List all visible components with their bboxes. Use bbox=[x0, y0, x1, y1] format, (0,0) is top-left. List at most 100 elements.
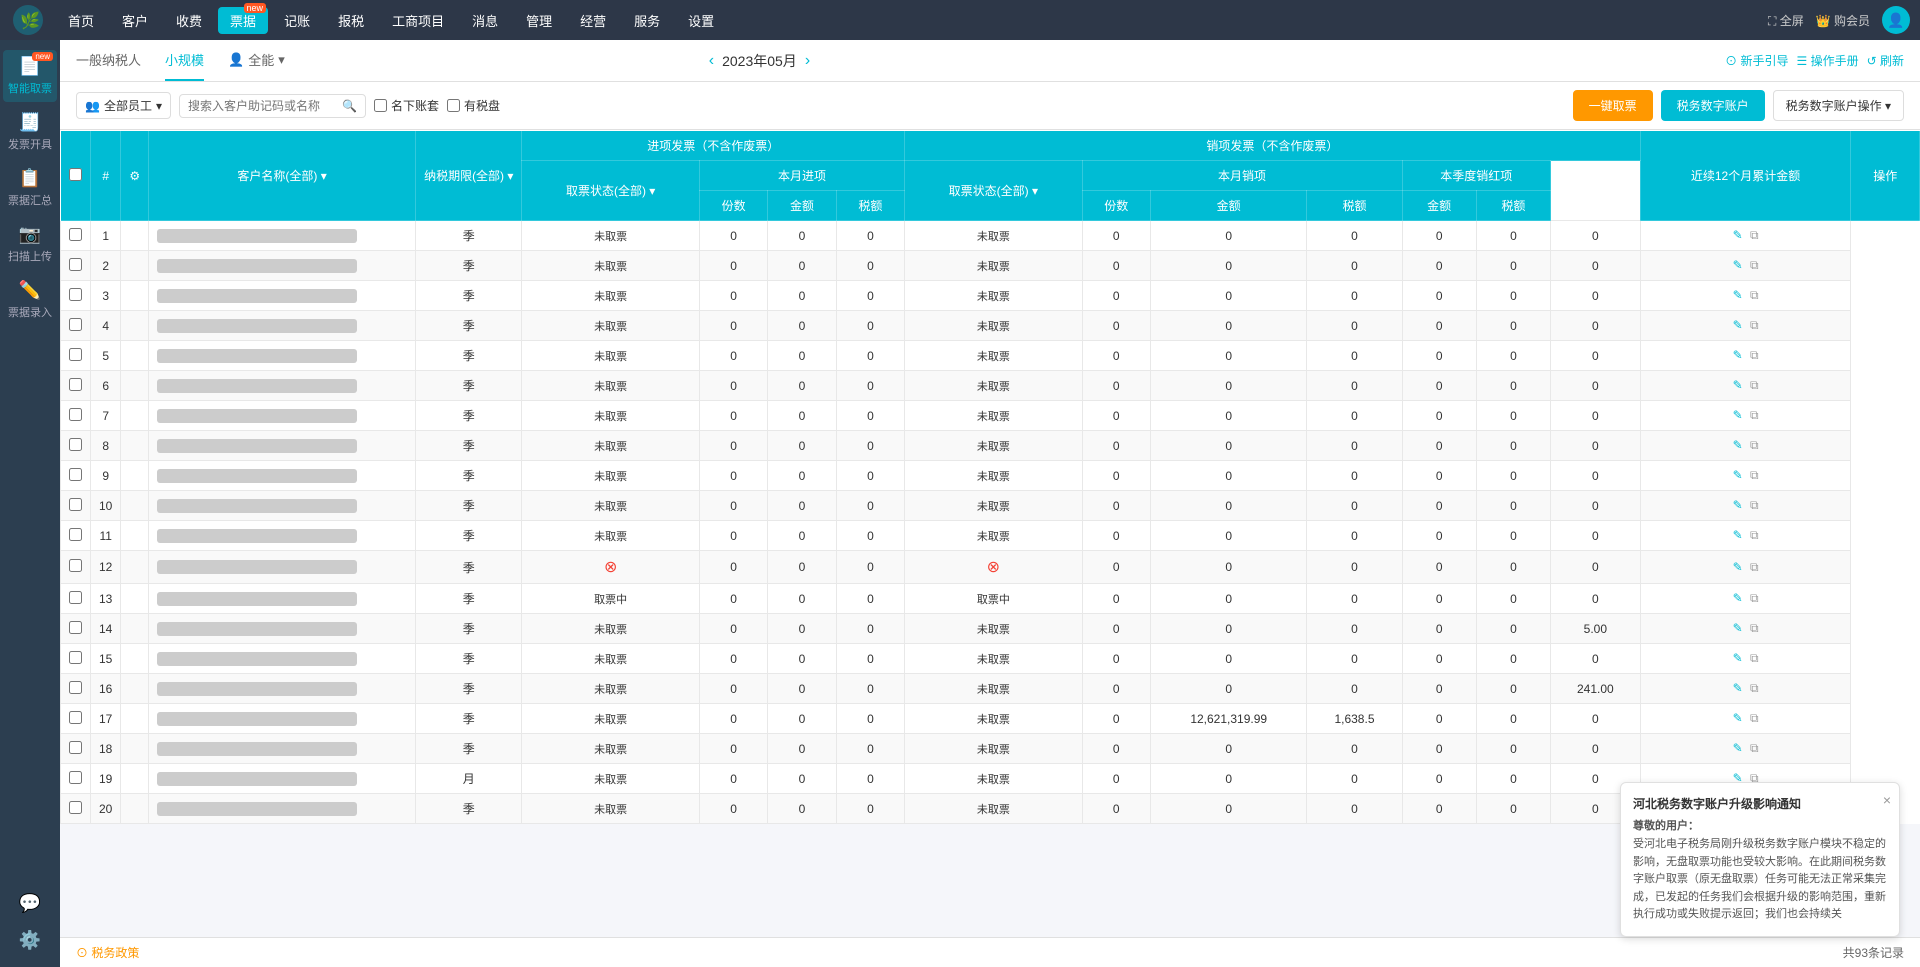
row-checkbox[interactable] bbox=[69, 258, 82, 271]
fullscreen-btn[interactable]: ⛶ 全屏 bbox=[1768, 12, 1804, 29]
edit-icon[interactable]: ✎ bbox=[1733, 560, 1743, 574]
edit-icon[interactable]: ✎ bbox=[1733, 288, 1743, 302]
checkbox-taxdisk[interactable]: 有税盘 bbox=[447, 97, 500, 114]
employee-select[interactable]: 👥 全部员工 ▾ bbox=[76, 92, 171, 119]
nav-business[interactable]: 工商项目 bbox=[380, 7, 456, 34]
sidebar-item-open-invoice[interactable]: 🧾 发票开具 bbox=[3, 106, 57, 158]
notification-close-btn[interactable]: × bbox=[1883, 789, 1891, 811]
row-checkbox[interactable] bbox=[69, 288, 82, 301]
tab-all[interactable]: 👤 全能 ▾ bbox=[228, 40, 285, 81]
member-btn[interactable]: 👑 购会员 bbox=[1816, 12, 1870, 29]
row-checkbox[interactable] bbox=[69, 711, 82, 724]
copy-icon[interactable]: ⧉ bbox=[1750, 378, 1759, 392]
edit-icon[interactable]: ✎ bbox=[1733, 621, 1743, 635]
edit-icon[interactable]: ✎ bbox=[1733, 408, 1743, 422]
edit-icon[interactable]: ✎ bbox=[1733, 468, 1743, 482]
nav-message[interactable]: 消息 bbox=[460, 7, 510, 34]
row-checkbox[interactable] bbox=[69, 438, 82, 451]
edit-icon[interactable]: ✎ bbox=[1733, 651, 1743, 665]
one-click-fetch-btn[interactable]: 一键取票 bbox=[1573, 90, 1653, 121]
copy-icon[interactable]: ⧉ bbox=[1750, 438, 1759, 452]
copy-icon[interactable]: ⧉ bbox=[1750, 288, 1759, 302]
edit-icon[interactable]: ✎ bbox=[1733, 711, 1743, 725]
subaccount-checkbox[interactable] bbox=[374, 99, 387, 112]
sidebar-item-entry[interactable]: ✏️ 票据录入 bbox=[3, 274, 57, 326]
edit-icon[interactable]: ✎ bbox=[1733, 591, 1743, 605]
edit-icon[interactable]: ✎ bbox=[1733, 741, 1743, 755]
row-checkbox[interactable] bbox=[69, 408, 82, 421]
sidebar-item-scan[interactable]: 📷 扫描上传 bbox=[3, 218, 57, 270]
row-checkbox[interactable] bbox=[69, 528, 82, 541]
copy-icon[interactable]: ⧉ bbox=[1750, 318, 1759, 332]
tab-general-taxpayer[interactable]: 一般纳税人 bbox=[76, 40, 141, 81]
row-checkbox[interactable] bbox=[69, 468, 82, 481]
edit-icon[interactable]: ✎ bbox=[1733, 528, 1743, 542]
manual-btn[interactable]: ☰ 操作手册 bbox=[1797, 52, 1859, 69]
row-checkbox[interactable] bbox=[69, 651, 82, 664]
nav-home[interactable]: 首页 bbox=[56, 7, 106, 34]
row-checkbox[interactable] bbox=[69, 681, 82, 694]
nav-tax[interactable]: 报税 bbox=[326, 7, 376, 34]
tax-digital-account-btn[interactable]: 税务数字账户 bbox=[1661, 90, 1765, 121]
tab-small-scale[interactable]: 小规模 bbox=[165, 40, 204, 81]
copy-icon[interactable]: ⧉ bbox=[1750, 711, 1759, 725]
copy-icon[interactable]: ⧉ bbox=[1750, 591, 1759, 605]
prev-month-btn[interactable]: ‹ bbox=[709, 52, 714, 70]
edit-icon[interactable]: ✎ bbox=[1733, 498, 1743, 512]
search-icon[interactable]: 🔍 bbox=[342, 99, 357, 113]
edit-icon[interactable]: ✎ bbox=[1733, 348, 1743, 362]
next-month-btn[interactable]: › bbox=[805, 52, 810, 70]
select-all-checkbox[interactable] bbox=[69, 168, 82, 181]
copy-icon[interactable]: ⧉ bbox=[1750, 651, 1759, 665]
tax-policy-btn[interactable]: ⊙ 税务政策 bbox=[76, 944, 139, 961]
edit-icon[interactable]: ✎ bbox=[1733, 318, 1743, 332]
nav-manage[interactable]: 管理 bbox=[514, 7, 564, 34]
copy-icon[interactable]: ⧉ bbox=[1750, 348, 1759, 362]
row-checkbox[interactable] bbox=[69, 498, 82, 511]
nav-service[interactable]: 服务 bbox=[622, 7, 672, 34]
edit-icon[interactable]: ✎ bbox=[1733, 438, 1743, 452]
row-checkbox[interactable] bbox=[69, 378, 82, 391]
row-checkbox[interactable] bbox=[69, 318, 82, 331]
copy-icon[interactable]: ⧉ bbox=[1750, 621, 1759, 635]
row-checkbox[interactable] bbox=[69, 591, 82, 604]
col-settings[interactable]: ⚙ bbox=[121, 131, 149, 221]
copy-icon[interactable]: ⧉ bbox=[1750, 741, 1759, 755]
edit-icon[interactable]: ✎ bbox=[1733, 258, 1743, 272]
edit-icon[interactable]: ✎ bbox=[1733, 228, 1743, 242]
nav-fee[interactable]: 收费 bbox=[164, 7, 214, 34]
row-checkbox[interactable] bbox=[69, 228, 82, 241]
nav-customer[interactable]: 客户 bbox=[110, 7, 160, 34]
copy-icon[interactable]: ⧉ bbox=[1750, 560, 1759, 574]
sidebar-item-summary[interactable]: 📋 票据汇总 bbox=[3, 162, 57, 214]
taxdisk-checkbox[interactable] bbox=[447, 99, 460, 112]
user-avatar[interactable]: 👤 bbox=[1882, 6, 1910, 34]
nav-invoice[interactable]: 票据 new bbox=[218, 7, 268, 34]
refresh-btn[interactable]: ↺ 刷新 bbox=[1867, 52, 1904, 69]
copy-icon[interactable]: ⧉ bbox=[1750, 468, 1759, 482]
row-checkbox[interactable] bbox=[69, 801, 82, 814]
search-input[interactable] bbox=[188, 99, 338, 113]
edit-icon[interactable]: ✎ bbox=[1733, 681, 1743, 695]
sidebar-item-message[interactable]: 💬 bbox=[3, 887, 57, 920]
nav-operation[interactable]: 经营 bbox=[568, 7, 618, 34]
new-guide-btn[interactable]: ⊙ 新手引导 bbox=[1725, 52, 1788, 69]
row-checkbox[interactable] bbox=[69, 559, 82, 572]
checkbox-subaccount[interactable]: 名下账套 bbox=[374, 97, 439, 114]
row-checkbox[interactable] bbox=[69, 621, 82, 634]
nav-accounting[interactable]: 记账 bbox=[272, 7, 322, 34]
row-checkbox[interactable] bbox=[69, 771, 82, 784]
copy-icon[interactable]: ⧉ bbox=[1750, 498, 1759, 512]
nav-settings[interactable]: 设置 bbox=[676, 7, 726, 34]
sidebar-item-smart-invoice[interactable]: 📄 智能取票 new bbox=[3, 50, 57, 102]
copy-icon[interactable]: ⧉ bbox=[1750, 528, 1759, 542]
edit-icon[interactable]: ✎ bbox=[1733, 378, 1743, 392]
copy-icon[interactable]: ⧉ bbox=[1750, 408, 1759, 422]
copy-icon[interactable]: ⧉ bbox=[1750, 258, 1759, 272]
sidebar-item-settings[interactable]: ⚙️ bbox=[3, 924, 57, 957]
row-checkbox[interactable] bbox=[69, 348, 82, 361]
row-checkbox[interactable] bbox=[69, 741, 82, 754]
copy-icon[interactable]: ⧉ bbox=[1750, 228, 1759, 242]
copy-icon[interactable]: ⧉ bbox=[1750, 681, 1759, 695]
search-box[interactable]: 🔍 bbox=[179, 94, 366, 118]
